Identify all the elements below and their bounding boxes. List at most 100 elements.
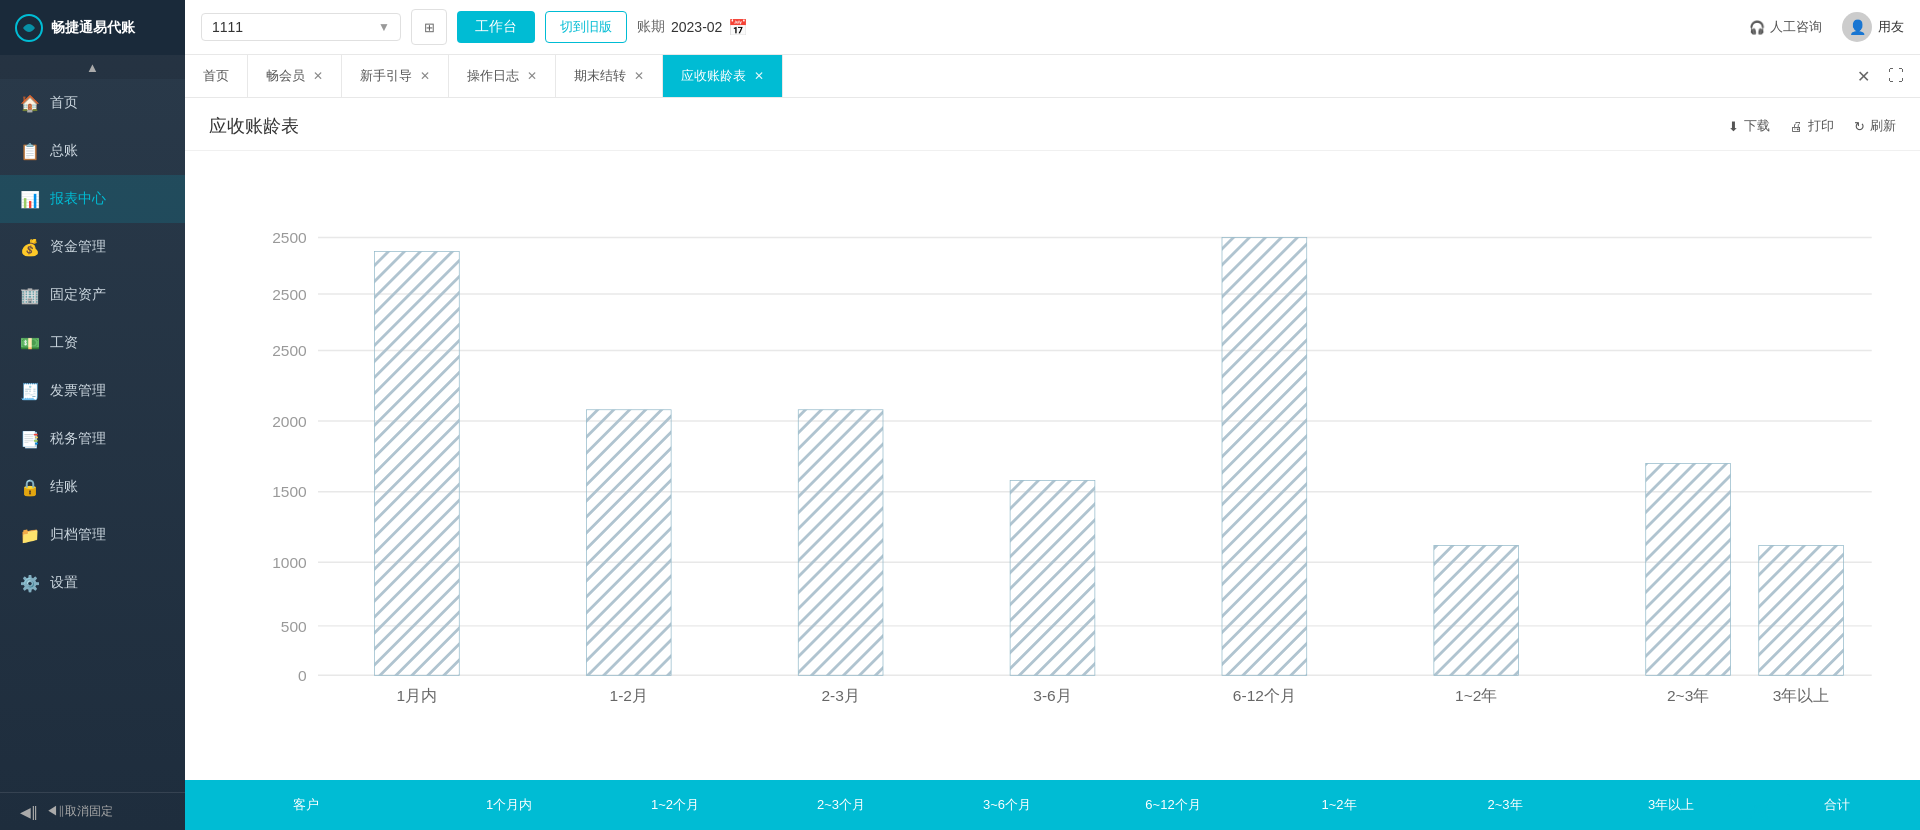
sidebar-scroll-up[interactable]: ▲ <box>0 55 185 79</box>
print-button[interactable]: 🖨 打印 <box>1790 117 1834 135</box>
tab-guide[interactable]: 新手引导✕ <box>342 55 449 97</box>
avatar: 👤 <box>1842 12 1872 42</box>
settings-icon: ⚙️ <box>20 573 40 593</box>
sidebar-item-settings[interactable]: ⚙️ 设置 <box>0 559 185 607</box>
tab-aging[interactable]: 应收账龄表✕ <box>663 55 783 97</box>
svg-text:1月内: 1月内 <box>397 687 438 704</box>
content-area: 应收账龄表 ⬇ 下载 🖨 打印 ↻ 刷新 2500 <box>185 98 1920 830</box>
sidebar-pin-toggle[interactable]: ◀‖ ◀‖取消固定 <box>0 792 185 830</box>
sidebar-item-closing[interactable]: 🔒 结账 <box>0 463 185 511</box>
sidebar-item-archive[interactable]: 📁 归档管理 <box>0 511 185 559</box>
funds-icon: 💰 <box>20 237 40 257</box>
bar-1-2月 <box>586 410 671 676</box>
sidebar-item-home[interactable]: 🏠 首页 <box>0 79 185 127</box>
sidebar-item-label: 首页 <box>50 94 78 112</box>
workbench-button[interactable]: 工作台 <box>457 11 535 43</box>
svg-text:1~2年: 1~2年 <box>1455 687 1497 704</box>
tab-close-icon[interactable]: ✕ <box>420 70 430 82</box>
table-header-cell-0: 客户 <box>185 796 426 814</box>
tab-label: 期末结转 <box>574 67 626 85</box>
period-value: 2023-02 <box>671 19 722 35</box>
svg-text:1000: 1000 <box>272 554 307 571</box>
tab-home[interactable]: 首页 <box>185 55 248 97</box>
sidebar: 畅捷通易代账 ▲ 🏠 首页 📋 总账 📊 报表中心 💰 资金管理 🏢 固定资产 … <box>0 0 185 830</box>
print-icon: 🖨 <box>1790 119 1803 134</box>
tab-close-icon[interactable]: ✕ <box>634 70 644 82</box>
sidebar-nav: 🏠 首页 📋 总账 📊 报表中心 💰 资金管理 🏢 固定资产 💵 工资 🧾 发票… <box>0 79 185 792</box>
archive-icon: 📁 <box>20 525 40 545</box>
copy-icon: ⊞ <box>424 20 435 35</box>
sidebar-item-label: 报表中心 <box>50 190 106 208</box>
user-menu[interactable]: 👤 用友 <box>1842 12 1904 42</box>
ai-watermark: Ai <box>1728 794 1790 830</box>
app-name: 畅捷通易代账 <box>51 19 135 37</box>
tab-member[interactable]: 畅会员 ✕ <box>248 55 342 97</box>
sidebar-item-label: 发票管理 <box>50 382 106 400</box>
switch-version-button[interactable]: 切到旧版 <box>545 11 627 43</box>
sidebar-item-label: 设置 <box>50 574 78 592</box>
invoice-icon: 🧾 <box>20 381 40 401</box>
unpin-icon: ◀‖ <box>20 804 38 820</box>
svg-text:3年以上: 3年以上 <box>1773 687 1830 704</box>
sidebar-item-label: 归档管理 <box>50 526 106 544</box>
table-header: 客户1个月内1~2个月2~3个月3~6个月6~12个月1~2年2~3年3年以上合… <box>185 780 1920 830</box>
refresh-label: 刷新 <box>1870 117 1896 135</box>
sidebar-item-label: 资金管理 <box>50 238 106 256</box>
header-right: 🎧 人工咨询 👤 用友 <box>1749 12 1904 42</box>
svg-text:2~3年: 2~3年 <box>1667 687 1709 704</box>
sidebar-logo: 畅捷通易代账 <box>0 0 185 55</box>
consult-button[interactable]: 🎧 人工咨询 <box>1749 18 1822 36</box>
svg-text:2500: 2500 <box>272 286 307 303</box>
company-selector[interactable]: 1111 ▼ <box>201 13 401 41</box>
expand-tab-button[interactable]: ⛶ <box>1882 62 1910 90</box>
tabs-container: 首页畅会员✕新手引导✕操作日志✕期末结转✕应收账龄表✕ <box>185 55 1839 97</box>
table-header-cell-3: 2~3个月 <box>758 796 924 814</box>
svg-text:500: 500 <box>281 618 307 635</box>
sidebar-item-label: 结账 <box>50 478 78 496</box>
print-label: 打印 <box>1808 117 1834 135</box>
sidebar-item-ledger[interactable]: 📋 总账 <box>0 127 185 175</box>
svg-text:1-2月: 1-2月 <box>610 687 648 704</box>
bar-1-2年 <box>1434 545 1519 675</box>
content-header: 应收账龄表 ⬇ 下载 🖨 打印 ↻ 刷新 <box>185 98 1920 151</box>
svg-text:2-3月: 2-3月 <box>821 687 859 704</box>
download-button[interactable]: ⬇ 下载 <box>1728 117 1770 135</box>
close-tab-button[interactable]: ✕ <box>1849 62 1877 90</box>
copy-button[interactable]: ⊞ <box>411 9 447 45</box>
sidebar-item-tax[interactable]: 📑 税务管理 <box>0 415 185 463</box>
sidebar-item-funds[interactable]: 💰 资金管理 <box>0 223 185 271</box>
tab-label: 首页 <box>203 67 229 85</box>
calendar-icon[interactable]: 📅 <box>728 18 748 37</box>
svg-text:2000: 2000 <box>272 413 307 430</box>
tab-close-icon[interactable]: ✕ <box>754 70 764 82</box>
tab-log[interactable]: 操作日志 ✕ <box>449 55 556 97</box>
home-icon: 🏠 <box>20 93 40 113</box>
sidebar-item-assets[interactable]: 🏢 固定资产 <box>0 271 185 319</box>
sidebar-item-invoice[interactable]: 🧾 发票管理 <box>0 367 185 415</box>
top-header: 1111 ▼ ⊞ 工作台 切到旧版 账期 2023-02 📅 🎧 人工咨询 👤 … <box>185 0 1920 55</box>
sidebar-item-reports[interactable]: 📊 报表中心 <box>0 175 185 223</box>
svg-text:3-6月: 3-6月 <box>1033 687 1071 704</box>
tab-label: 操作日志 <box>467 67 519 85</box>
period-display: 账期 2023-02 📅 <box>637 18 748 37</box>
tab-label: 畅会员 <box>266 67 305 85</box>
content-actions: ⬇ 下载 🖨 打印 ↻ 刷新 <box>1728 117 1896 135</box>
bar-3年以上 <box>1759 545 1844 675</box>
salary-icon: 💵 <box>20 333 40 353</box>
tab-period-end[interactable]: 期末结转 ✕ <box>556 55 663 97</box>
bar-2-3月 <box>798 410 883 676</box>
svg-text:0: 0 <box>298 667 307 684</box>
tab-close-icon[interactable]: ✕ <box>313 70 323 82</box>
table-header-cell-5: 6~12个月 <box>1090 796 1256 814</box>
sidebar-item-label: 税务管理 <box>50 430 106 448</box>
sidebar-item-salary[interactable]: 💵 工资 <box>0 319 185 367</box>
chevron-down-icon: ▼ <box>378 20 390 34</box>
tax-icon: 📑 <box>20 429 40 449</box>
tab-close-icon[interactable]: ✕ <box>527 70 537 82</box>
ledger-icon: 📋 <box>20 141 40 161</box>
bar-6-12月 <box>1222 237 1307 675</box>
headset-icon: 🎧 <box>1749 20 1765 35</box>
refresh-button[interactable]: ↻ 刷新 <box>1854 117 1896 135</box>
svg-text:2500: 2500 <box>272 342 307 359</box>
username: 用友 <box>1878 18 1904 36</box>
